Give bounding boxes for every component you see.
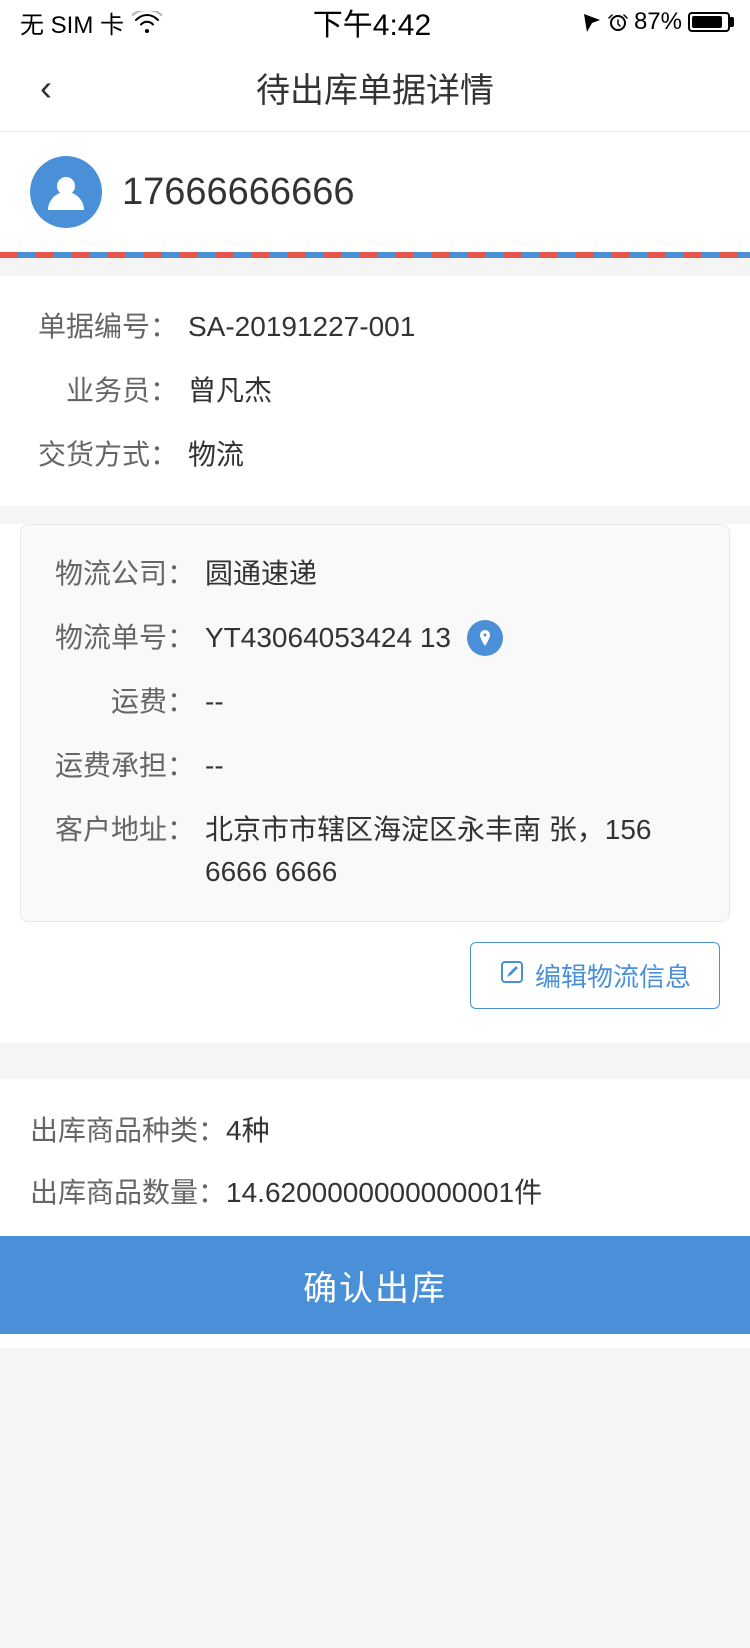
- tracking-no-value: YT43064053424 13: [195, 617, 703, 659]
- customer-phone: 17666666666: [122, 171, 354, 214]
- carrier-label: 无 SIM 卡: [20, 5, 124, 40]
- order-no-value: SA-20191227-001: [178, 306, 720, 348]
- location-icon: [582, 12, 602, 32]
- user-icon: [44, 170, 88, 214]
- status-bar-right: 87%: [582, 8, 730, 36]
- address-label: 客户地址：: [47, 809, 195, 851]
- edit-logistics-label: 编辑物流信息: [535, 957, 691, 994]
- battery-indicator: [688, 12, 730, 32]
- freight-value: --: [195, 681, 703, 723]
- delivery-method-label: 交货方式：: [30, 434, 178, 476]
- logistics-company-label: 物流公司：: [47, 553, 195, 595]
- goods-types-value: 4种: [226, 1109, 720, 1149]
- status-bar: 无 SIM 卡 下午4:42 87%: [0, 0, 750, 44]
- address-value: 北京市市辖区海淀区永丰南 张，156 6666 6666: [195, 809, 703, 893]
- section-separator-1: [0, 1043, 750, 1061]
- order-info-section: 单据编号： SA-20191227-001 业务员： 曾凡杰 交货方式： 物流: [0, 276, 750, 506]
- battery-percent: 87%: [634, 8, 682, 36]
- freight-bearer-label: 运费承担：: [47, 745, 195, 787]
- empty-spacer: [0, 1348, 750, 1548]
- logistics-company-value: 圆通速递: [195, 553, 703, 595]
- logistics-company-row: 物流公司： 圆通速递: [47, 553, 703, 595]
- back-button[interactable]: ‹: [30, 57, 62, 119]
- order-no-label: 单据编号：: [30, 306, 178, 348]
- goods-types-label: 出库商品种类：: [30, 1109, 226, 1149]
- logistics-section-wrapper: 物流公司： 圆通速递 物流单号： YT43064053424 13 运费：: [0, 524, 750, 1043]
- dashed-divider: [0, 252, 750, 258]
- goods-section: 出库商品种类： 4种 出库商品数量： 14.6200000000000001件: [0, 1079, 750, 1241]
- nav-bar: ‹ 待出库单据详情: [0, 44, 750, 132]
- edit-logistics-button[interactable]: 编辑物流信息: [470, 942, 720, 1009]
- freight-row: 运费： --: [47, 681, 703, 723]
- freight-bearer-row: 运费承担： --: [47, 745, 703, 787]
- order-no-row: 单据编号： SA-20191227-001: [30, 306, 720, 348]
- salesman-label: 业务员：: [30, 370, 178, 412]
- wifi-icon: [132, 11, 162, 33]
- tracking-no-label: 物流单号：: [47, 617, 195, 659]
- customer-header: 17666666666: [0, 132, 750, 252]
- tracking-no-row: 物流单号： YT43064053424 13: [47, 617, 703, 659]
- salesman-row: 业务员： 曾凡杰: [30, 370, 720, 412]
- goods-quantity-value: 14.6200000000000001件: [226, 1171, 720, 1211]
- freight-bearer-value: --: [195, 745, 703, 787]
- goods-quantity-row: 出库商品数量： 14.6200000000000001件: [30, 1171, 720, 1211]
- freight-label: 运费：: [47, 681, 195, 723]
- tracking-location-icon[interactable]: [467, 620, 503, 656]
- goods-types-row: 出库商品种类： 4种: [30, 1109, 720, 1149]
- delivery-method-row: 交货方式： 物流: [30, 434, 720, 476]
- logistics-section: 物流公司： 圆通速递 物流单号： YT43064053424 13 运费：: [20, 524, 730, 922]
- edit-icon: [499, 959, 525, 992]
- status-bar-time: 下午4:42: [313, 0, 431, 44]
- edit-logistics-btn-wrap: 编辑物流信息: [0, 922, 750, 1033]
- status-bar-left: 无 SIM 卡: [20, 5, 162, 40]
- avatar: [30, 156, 102, 228]
- confirm-button[interactable]: 确认出库: [303, 1261, 447, 1310]
- address-row: 客户地址： 北京市市辖区海淀区永丰南 张，156 6666 6666: [47, 809, 703, 893]
- battery-fill: [692, 16, 722, 28]
- alarm-icon: [608, 12, 628, 32]
- delivery-method-value: 物流: [178, 434, 720, 476]
- salesman-value: 曾凡杰: [178, 370, 720, 412]
- goods-quantity-label: 出库商品数量：: [30, 1171, 226, 1211]
- page-title: 待出库单据详情: [256, 63, 494, 112]
- bottom-bar: 确认出库: [0, 1236, 750, 1334]
